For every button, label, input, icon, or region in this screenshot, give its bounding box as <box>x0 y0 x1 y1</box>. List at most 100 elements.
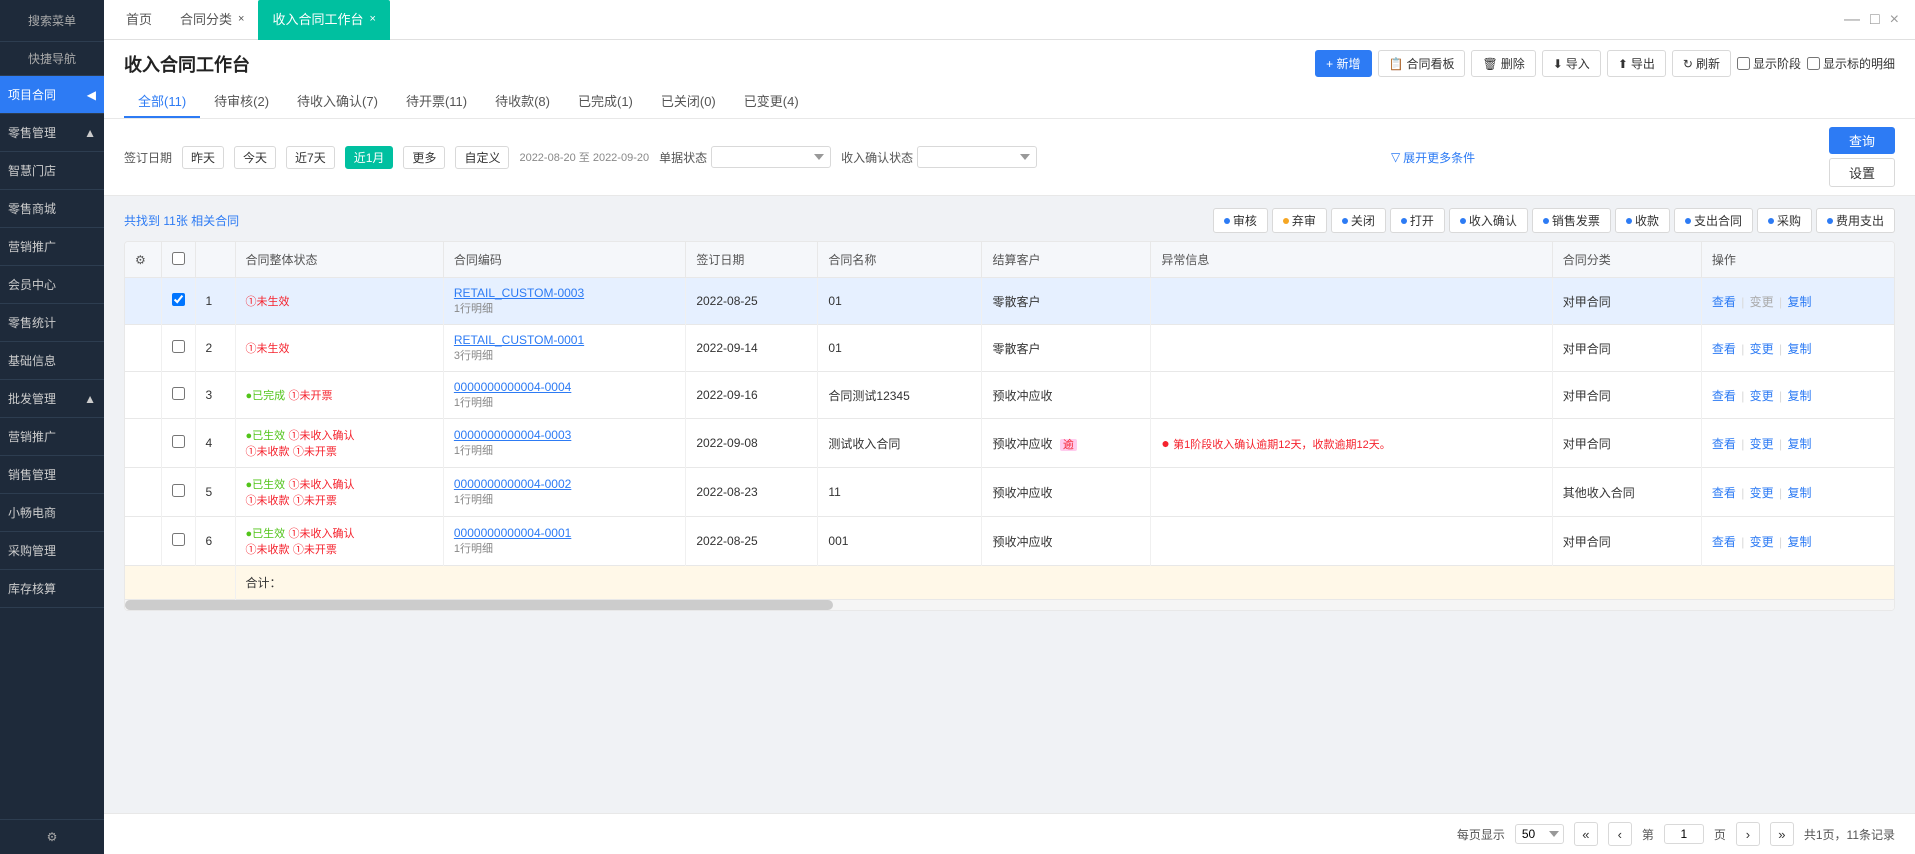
expand-more-btn[interactable]: ▽ 展开更多条件 <box>1391 149 1475 166</box>
edit-btn[interactable]: 变更 <box>1750 535 1774 549</box>
edit-btn[interactable]: 变更 <box>1750 389 1774 403</box>
filter-last1m[interactable]: 近1月 <box>345 146 394 169</box>
row-settings[interactable] <box>125 278 161 325</box>
sidebar-item-inventory[interactable]: 库存核算 <box>0 570 104 608</box>
row-checkbox[interactable] <box>161 372 195 419</box>
copy-btn[interactable]: 复制 <box>1787 535 1811 549</box>
row-settings[interactable] <box>125 325 161 372</box>
row-select-checkbox[interactable] <box>172 340 185 353</box>
row-checkbox[interactable] <box>161 419 195 468</box>
row-settings[interactable] <box>125 517 161 566</box>
refresh-button[interactable]: ↻ 刷新 <box>1672 50 1731 77</box>
sidebar-quicknav[interactable]: 快捷导航 <box>0 42 104 76</box>
edit-btn[interactable]: 变更 <box>1750 437 1774 451</box>
sales-invoice-btn[interactable]: 销售发票 <box>1532 208 1611 233</box>
collect-btn[interactable]: 收款 <box>1615 208 1670 233</box>
row-select-checkbox[interactable] <box>172 435 185 448</box>
edit-btn[interactable]: 变更 <box>1750 342 1774 356</box>
status-tab-pending-invoice[interactable]: 待开票(11) <box>392 85 481 118</box>
sidebar-item-project[interactable]: 项目合同 ◀ <box>0 76 104 114</box>
query-button[interactable]: 查询 <box>1829 127 1895 154</box>
open-btn[interactable]: 打开 <box>1390 208 1445 233</box>
tab-contract-category[interactable]: 合同分类 × <box>166 0 258 40</box>
show-stage-checkbox-label[interactable]: 显示阶段 <box>1737 55 1801 72</box>
row-settings[interactable] <box>125 372 161 419</box>
first-page-button[interactable]: « <box>1574 822 1598 846</box>
status-tab-all[interactable]: 全部(11) <box>124 85 200 118</box>
contract-code-link[interactable]: 0000000000004-0001 <box>454 526 675 540</box>
show-stage-checkbox[interactable] <box>1737 57 1750 70</box>
contract-code-link[interactable]: 0000000000004-0004 <box>454 380 675 394</box>
sidebar-item-retail-commerce[interactable]: 零售商城 <box>0 190 104 228</box>
audit-btn[interactable]: 审核 <box>1213 208 1268 233</box>
edit-btn[interactable]: 变更 <box>1750 295 1774 309</box>
status-tab-changed[interactable]: 已变更(4) <box>730 85 813 118</box>
scrollbar-thumb[interactable] <box>125 600 833 610</box>
contract-code-link[interactable]: RETAIL_CUSTOM-0001 <box>454 333 675 347</box>
sidebar-item-marketing[interactable]: 营销推广 <box>0 228 104 266</box>
row-select-checkbox[interactable] <box>172 533 185 546</box>
row-checkbox[interactable] <box>161 468 195 517</box>
view-btn[interactable]: 查看 <box>1712 486 1736 500</box>
tab-income-workbench[interactable]: 收入合同工作台 × <box>258 0 389 40</box>
sidebar-item-purchase-mgmt[interactable]: 采购管理 <box>0 532 104 570</box>
row-settings[interactable] <box>125 419 161 468</box>
row-checkbox[interactable] <box>161 278 195 325</box>
page-size-select[interactable]: 10 20 50 100 <box>1515 824 1564 844</box>
sidebar-item-xiaochangec[interactable]: 小畅电商 <box>0 494 104 532</box>
copy-btn[interactable]: 复制 <box>1787 342 1811 356</box>
tab-active-close-icon[interactable]: × <box>369 13 375 25</box>
sidebar-item-retail-mgmt[interactable]: 零售管理 ▲ <box>0 114 104 152</box>
show-mark-checkbox-label[interactable]: 显示标的明细 <box>1807 55 1895 72</box>
sidebar-item-member[interactable]: 会员中心 <box>0 266 104 304</box>
row-select-checkbox[interactable] <box>172 293 185 306</box>
purchase-btn[interactable]: 采购 <box>1757 208 1812 233</box>
minimize-button[interactable]: — <box>1844 11 1860 29</box>
edit-btn[interactable]: 变更 <box>1750 486 1774 500</box>
copy-btn[interactable]: 复制 <box>1787 389 1811 403</box>
view-btn[interactable]: 查看 <box>1712 437 1736 451</box>
select-all-checkbox[interactable] <box>172 252 185 265</box>
copy-btn[interactable]: 复制 <box>1787 486 1811 500</box>
col-checkbox[interactable] <box>161 242 195 278</box>
export-button[interactable]: ⬆ 导出 <box>1607 50 1666 77</box>
filter-today[interactable]: 今天 <box>234 146 276 169</box>
sidebar-item-retail-stats[interactable]: 零售统计 <box>0 304 104 342</box>
status-tab-pending-review[interactable]: 待审核(2) <box>200 85 283 118</box>
show-mark-checkbox[interactable] <box>1807 57 1820 70</box>
view-btn[interactable]: 查看 <box>1712 535 1736 549</box>
sidebar-item-smart-store[interactable]: 智慧门店 <box>0 152 104 190</box>
delete-button[interactable]: 🗑 删除 <box>1471 50 1535 77</box>
last-page-button[interactable]: » <box>1770 822 1794 846</box>
prev-page-button[interactable]: ‹ <box>1608 822 1632 846</box>
settings-button[interactable]: 设置 <box>1829 158 1895 187</box>
row-select-checkbox[interactable] <box>172 387 185 400</box>
filter-yesterday[interactable]: 昨天 <box>182 146 224 169</box>
sidebar-settings[interactable]: ⚙ <box>0 819 104 854</box>
import-button[interactable]: ⬇ 导入 <box>1542 50 1601 77</box>
close-btn[interactable]: 关闭 <box>1331 208 1386 233</box>
support-contract-btn[interactable]: 支出合同 <box>1674 208 1753 233</box>
contract-code-link[interactable]: 0000000000004-0003 <box>454 428 675 442</box>
view-btn[interactable]: 查看 <box>1712 389 1736 403</box>
status-tab-closed[interactable]: 已关闭(0) <box>647 85 730 118</box>
row-settings[interactable] <box>125 468 161 517</box>
filter-custom[interactable]: 自定义 <box>455 146 509 169</box>
sidebar-item-wholesale-mgmt[interactable]: 批发管理 ▲ <box>0 380 104 418</box>
filter-more[interactable]: 更多 <box>403 146 445 169</box>
status-tab-pending-collect[interactable]: 待收款(8) <box>481 85 564 118</box>
add-button[interactable]: + 新增 <box>1315 50 1371 77</box>
row-checkbox[interactable] <box>161 517 195 566</box>
view-btn[interactable]: 查看 <box>1712 295 1736 309</box>
abandon-btn[interactable]: 弃审 <box>1272 208 1327 233</box>
next-page-button[interactable]: › <box>1736 822 1760 846</box>
close-window-button[interactable]: × <box>1890 11 1899 29</box>
view-btn[interactable]: 查看 <box>1712 342 1736 356</box>
row-select-checkbox[interactable] <box>172 484 185 497</box>
sidebar-item-sales-mgmt[interactable]: 销售管理 <box>0 456 104 494</box>
doc-status-select[interactable] <box>711 146 831 168</box>
contract-board-button[interactable]: 📋 合同看板 <box>1378 50 1466 77</box>
contract-code-link[interactable]: 0000000000004-0002 <box>454 477 675 491</box>
page-number-input[interactable] <box>1664 824 1704 844</box>
maximize-button[interactable]: □ <box>1870 11 1880 29</box>
